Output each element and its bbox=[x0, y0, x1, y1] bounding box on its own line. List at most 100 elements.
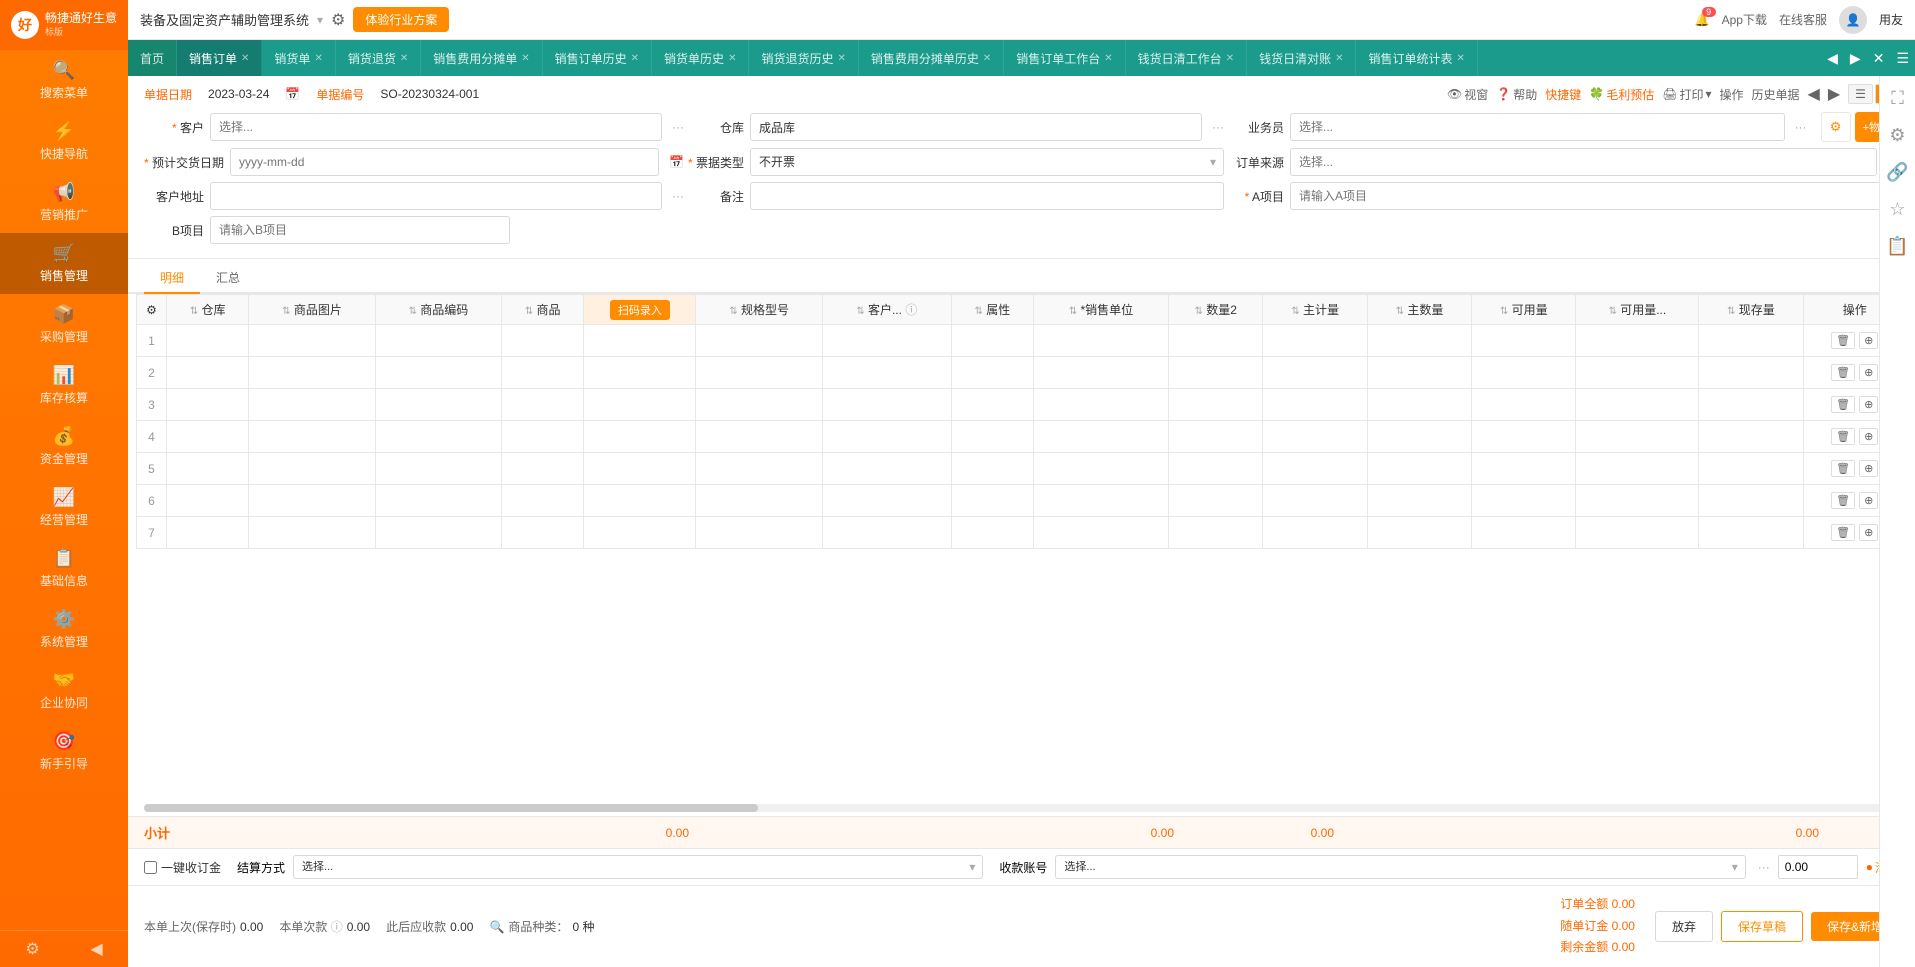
save-draft-button[interactable]: 保存草稿 bbox=[1721, 911, 1803, 942]
nav-tab-return-history[interactable]: 销货单历史 ✕ bbox=[652, 40, 749, 76]
row-copy-button[interactable]: ⊕ bbox=[1859, 364, 1878, 381]
row-delete-button[interactable]: 🗑 bbox=[1831, 524, 1855, 541]
warehouse-more-icon[interactable]: ··· bbox=[1212, 120, 1224, 134]
sidebar-item-guide[interactable]: 🎯 新手引导 bbox=[0, 721, 128, 782]
profit-button[interactable]: 🍀 毛利预估 bbox=[1589, 86, 1654, 103]
nav-tab-home[interactable]: 首页 bbox=[128, 40, 177, 76]
list-view-icon[interactable]: ☰ bbox=[1848, 84, 1873, 104]
delivery-date-input[interactable] bbox=[230, 148, 659, 176]
sidebar-item-purchase[interactable]: 📦 采购管理 bbox=[0, 294, 128, 355]
nav-tab-sales-return[interactable]: 销货单 ✕ bbox=[262, 40, 335, 76]
settle-select[interactable]: 选择... bbox=[293, 855, 983, 879]
app-download-link[interactable]: App下载 bbox=[1722, 11, 1767, 28]
sidebar-collapse-icon[interactable]: ◀ bbox=[90, 939, 102, 959]
link-icon[interactable]: 🔗 bbox=[1882, 158, 1912, 187]
scrollbar-thumb[interactable] bbox=[144, 804, 758, 812]
order-source-input[interactable] bbox=[1290, 148, 1877, 176]
sidebar-item-operations[interactable]: 📈 经营管理 bbox=[0, 477, 128, 538]
sidebar-item-inventory[interactable]: 📊 库存核算 bbox=[0, 355, 128, 416]
shortcut-button[interactable]: 快捷键 bbox=[1545, 86, 1581, 103]
delivery-cal-icon[interactable]: 📅 bbox=[669, 155, 684, 169]
salesperson-more-icon[interactable]: ··· bbox=[1795, 120, 1807, 134]
user-avatar[interactable]: 👤 bbox=[1839, 6, 1867, 34]
close-tab-sales-fee[interactable]: ✕ bbox=[521, 53, 529, 64]
project-a-input[interactable] bbox=[1290, 182, 1899, 210]
topbar-settings-icon[interactable]: ⚙ bbox=[331, 10, 345, 30]
sidebar-item-system[interactable]: ⚙️ 系统管理 bbox=[0, 599, 128, 660]
salesperson-input[interactable] bbox=[1290, 113, 1785, 141]
warehouse-input[interactable] bbox=[750, 113, 1202, 141]
scrollbar-track[interactable] bbox=[144, 804, 1899, 812]
calendar-icon[interactable]: 📅 bbox=[285, 87, 300, 101]
row-copy-button[interactable]: ⊕ bbox=[1859, 460, 1878, 477]
scan-button[interactable]: 扫码录入 bbox=[610, 300, 670, 320]
col-customer-info-icon[interactable]: ⓘ bbox=[905, 303, 917, 317]
row-copy-button[interactable]: ⊕ bbox=[1859, 428, 1878, 445]
nav-tab-sales-refund[interactable]: 销货退货 ✕ bbox=[336, 40, 421, 76]
help-button[interactable]: ❓ 帮助 bbox=[1496, 86, 1537, 103]
one-click-label[interactable]: 一键收订金 bbox=[144, 859, 221, 876]
row-copy-button[interactable]: ⊕ bbox=[1859, 396, 1878, 413]
close-tab-sales-return[interactable]: ✕ bbox=[314, 53, 322, 64]
close-tab-return-history[interactable]: ✕ bbox=[728, 53, 736, 64]
close-tab-fee-history[interactable]: ✕ bbox=[983, 53, 991, 64]
panel-settings-icon[interactable]: ⚙ bbox=[1885, 121, 1909, 150]
dropdown-arrow-icon[interactable]: ▾ bbox=[317, 13, 323, 27]
row-delete-button[interactable]: 🗑 bbox=[1831, 492, 1855, 509]
close-tab-order-workbench[interactable]: ✕ bbox=[1104, 53, 1112, 64]
address-input[interactable] bbox=[210, 182, 662, 210]
row-delete-button[interactable]: 🗑 bbox=[1831, 332, 1855, 349]
tab-summary[interactable]: 汇总 bbox=[200, 263, 256, 294]
star-icon[interactable]: ☆ bbox=[1885, 195, 1909, 224]
nav-right-icon[interactable]: ▶ bbox=[1828, 84, 1840, 104]
close-tab-cash-workbench[interactable]: ✕ bbox=[1226, 53, 1234, 64]
payment-amount-input[interactable] bbox=[1778, 855, 1858, 879]
sidebar-item-quick[interactable]: ⚡ 快捷导航 bbox=[0, 111, 128, 172]
sidebar-settings-icon[interactable]: ⚙ bbox=[25, 939, 39, 959]
sidebar-item-finance[interactable]: 💰 资金管理 bbox=[0, 416, 128, 477]
sidebar-item-basic[interactable]: 📋 基础信息 bbox=[0, 538, 128, 599]
row-delete-button[interactable]: 🗑 bbox=[1831, 364, 1855, 381]
nav-more-icon[interactable]: ☰ bbox=[1890, 50, 1915, 67]
nav-prev-icon[interactable]: ◀ bbox=[1821, 50, 1844, 67]
nav-tab-sales-order[interactable]: 销售订单 ✕ bbox=[177, 40, 262, 76]
print-button[interactable]: 🖨 打印 ▾ bbox=[1662, 86, 1711, 103]
expand-icon[interactable]: ⛶ bbox=[1887, 84, 1908, 113]
account-select[interactable]: 选择... bbox=[1055, 855, 1745, 879]
row-delete-button[interactable]: 🗑 bbox=[1831, 396, 1855, 413]
close-tab-sales-refund[interactable]: ✕ bbox=[400, 53, 408, 64]
nav-tab-order-workbench[interactable]: 销售订单工作台 ✕ bbox=[1004, 40, 1125, 76]
customer-input[interactable] bbox=[210, 113, 662, 141]
notification-bell[interactable]: 🔔 9 bbox=[1695, 13, 1710, 27]
address-more-icon[interactable]: ··· bbox=[672, 189, 684, 203]
nav-left-icon[interactable]: ◀ bbox=[1808, 84, 1820, 104]
close-tab-sales-stats[interactable]: ✕ bbox=[1457, 53, 1465, 64]
row-copy-button[interactable]: ⊕ bbox=[1859, 332, 1878, 349]
close-tab-order-history[interactable]: ✕ bbox=[631, 53, 639, 64]
nav-tab-sales-fee[interactable]: 销售费用分摊单 ✕ bbox=[421, 40, 542, 76]
nav-tab-sales-stats[interactable]: 销售订单统计表 ✕ bbox=[1356, 40, 1477, 76]
sidebar-item-sales[interactable]: 🛒 销售管理 bbox=[0, 233, 128, 294]
row-delete-button[interactable]: 🗑 bbox=[1831, 428, 1855, 445]
discard-button[interactable]: 放弃 bbox=[1655, 911, 1713, 942]
nav-tab-fee-history[interactable]: 销售费用分摊单历史 ✕ bbox=[859, 40, 1004, 76]
invoice-type-select[interactable]: 不开票 bbox=[750, 148, 1224, 176]
close-tab-sales-order[interactable]: ✕ bbox=[241, 53, 249, 64]
account-more-icon[interactable]: ··· bbox=[1758, 860, 1770, 874]
nav-close-all-icon[interactable]: ✕ bbox=[1867, 50, 1891, 67]
view-button[interactable]: 👁 视窗 bbox=[1447, 86, 1488, 103]
col-settings[interactable]: ⚙ bbox=[137, 295, 167, 325]
close-tab-reconcile[interactable]: ✕ bbox=[1335, 53, 1343, 64]
tab-detail[interactable]: 明细 bbox=[144, 263, 200, 294]
nav-next-icon[interactable]: ▶ bbox=[1844, 50, 1867, 67]
sidebar-item-enterprise[interactable]: 🤝 企业协同 bbox=[0, 660, 128, 721]
product-types-icon[interactable]: 🔍 bbox=[489, 920, 504, 934]
remark-input[interactable] bbox=[750, 182, 1224, 210]
sidebar-item-marketing[interactable]: 📢 营销推广 bbox=[0, 172, 128, 233]
current-info-icon[interactable]: ⓘ bbox=[331, 920, 343, 934]
nav-tab-reconcile[interactable]: 钱货日清对账 ✕ bbox=[1247, 40, 1356, 76]
solution-button[interactable]: 体验行业方案 bbox=[353, 7, 449, 32]
operation-button[interactable]: 操作 bbox=[1720, 86, 1744, 103]
history-button[interactable]: 历史单据 bbox=[1752, 86, 1800, 103]
form-icon[interactable]: 📋 bbox=[1882, 232, 1912, 261]
